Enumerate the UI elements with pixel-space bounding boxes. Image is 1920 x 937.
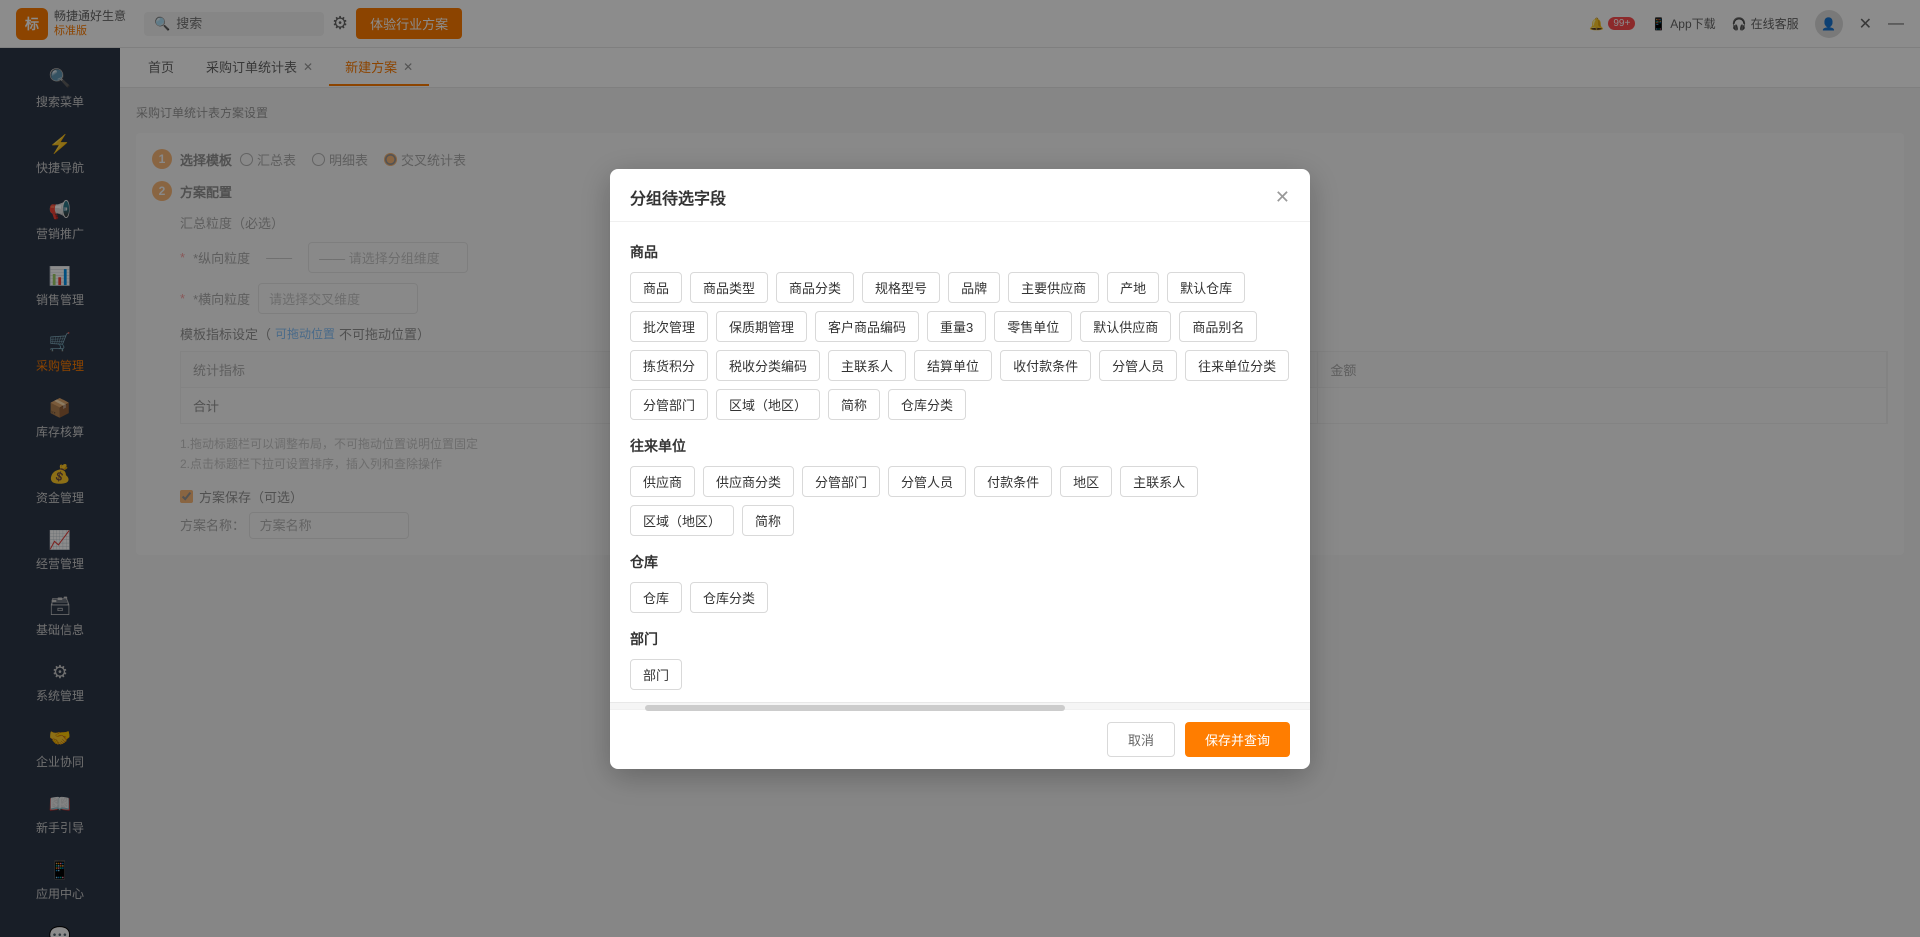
field-tag[interactable]: 简称 — [742, 505, 794, 536]
dialog-close-button[interactable]: ✕ — [1275, 188, 1290, 206]
hscroll-thumb — [645, 705, 1065, 711]
field-tag[interactable]: 产地 — [1107, 272, 1159, 303]
field-tag[interactable]: 简称 — [828, 389, 880, 420]
field-tag[interactable]: 商品 — [630, 272, 682, 303]
section-goods-title: 商品 — [630, 242, 1290, 262]
dialog-save-button[interactable]: 保存并查询 — [1185, 722, 1290, 757]
field-tag[interactable]: 商品别名 — [1179, 311, 1257, 342]
dialog-header: 分组待选字段 ✕ — [610, 169, 1310, 222]
field-tag[interactable]: 主要供应商 — [1008, 272, 1099, 303]
modal-overlay: 分组待选字段 ✕ 商品 商品 商品类型 商品分类 规格型号 品牌 主要供应商 产… — [0, 0, 1920, 937]
field-tag[interactable]: 重量3 — [927, 311, 986, 342]
field-tag[interactable]: 品牌 — [948, 272, 1000, 303]
field-grid-partner: 供应商 供应商分类 分管部门 分管人员 付款条件 地区 主联系人 区域（地区） … — [630, 466, 1290, 536]
field-tag[interactable]: 部门 — [630, 659, 682, 690]
field-tag[interactable]: 规格型号 — [862, 272, 940, 303]
field-tag[interactable]: 仓库分类 — [888, 389, 966, 420]
field-tag[interactable]: 零售单位 — [994, 311, 1072, 342]
section-department-title: 部门 — [630, 629, 1290, 649]
field-tag[interactable]: 区域（地区） — [716, 389, 820, 420]
field-tag[interactable]: 分管部门 — [802, 466, 880, 497]
field-tag[interactable]: 区域（地区） — [630, 505, 734, 536]
field-tag[interactable]: 拣货积分 — [630, 350, 708, 381]
dialog-footer: 取消 保存并查询 — [610, 709, 1310, 769]
section-warehouse-title: 仓库 — [630, 552, 1290, 572]
field-tag[interactable]: 主联系人 — [828, 350, 906, 381]
field-tag[interactable]: 往来单位分类 — [1185, 350, 1289, 381]
field-tag[interactable]: 分管人员 — [1099, 350, 1177, 381]
field-grid-warehouse: 仓库 仓库分类 — [630, 582, 1290, 613]
dialog-body: 商品 商品 商品类型 商品分类 规格型号 品牌 主要供应商 产地 默认仓库 批次… — [610, 222, 1310, 702]
field-grid-goods: 商品 商品类型 商品分类 规格型号 品牌 主要供应商 产地 默认仓库 批次管理 … — [630, 272, 1290, 420]
section-partner-title: 往来单位 — [630, 436, 1290, 456]
field-tag[interactable]: 收付款条件 — [1000, 350, 1091, 381]
field-tag[interactable]: 默认仓库 — [1167, 272, 1245, 303]
field-tag[interactable]: 供应商 — [630, 466, 695, 497]
dialog-hscrollbar[interactable] — [610, 702, 1310, 709]
field-tag[interactable]: 商品类型 — [690, 272, 768, 303]
field-grid-department: 部门 — [630, 659, 1290, 690]
field-tag[interactable]: 客户商品编码 — [815, 311, 919, 342]
field-tag[interactable]: 保质期管理 — [716, 311, 807, 342]
field-tag[interactable]: 分管人员 — [888, 466, 966, 497]
field-tag[interactable]: 默认供应商 — [1080, 311, 1171, 342]
field-tag[interactable]: 结算单位 — [914, 350, 992, 381]
field-tag[interactable]: 税收分类编码 — [716, 350, 820, 381]
dialog-cancel-button[interactable]: 取消 — [1107, 722, 1175, 757]
field-tag[interactable]: 主联系人 — [1120, 466, 1198, 497]
field-tag[interactable]: 分管部门 — [630, 389, 708, 420]
field-tag[interactable]: 供应商分类 — [703, 466, 794, 497]
field-tag[interactable]: 仓库 — [630, 582, 682, 613]
field-tag[interactable]: 商品分类 — [776, 272, 854, 303]
field-tag[interactable]: 付款条件 — [974, 466, 1052, 497]
field-tag[interactable]: 地区 — [1060, 466, 1112, 497]
field-tag[interactable]: 仓库分类 — [690, 582, 768, 613]
field-select-dialog: 分组待选字段 ✕ 商品 商品 商品类型 商品分类 规格型号 品牌 主要供应商 产… — [610, 169, 1310, 769]
field-tag[interactable]: 批次管理 — [630, 311, 708, 342]
dialog-title: 分组待选字段 — [630, 185, 726, 209]
